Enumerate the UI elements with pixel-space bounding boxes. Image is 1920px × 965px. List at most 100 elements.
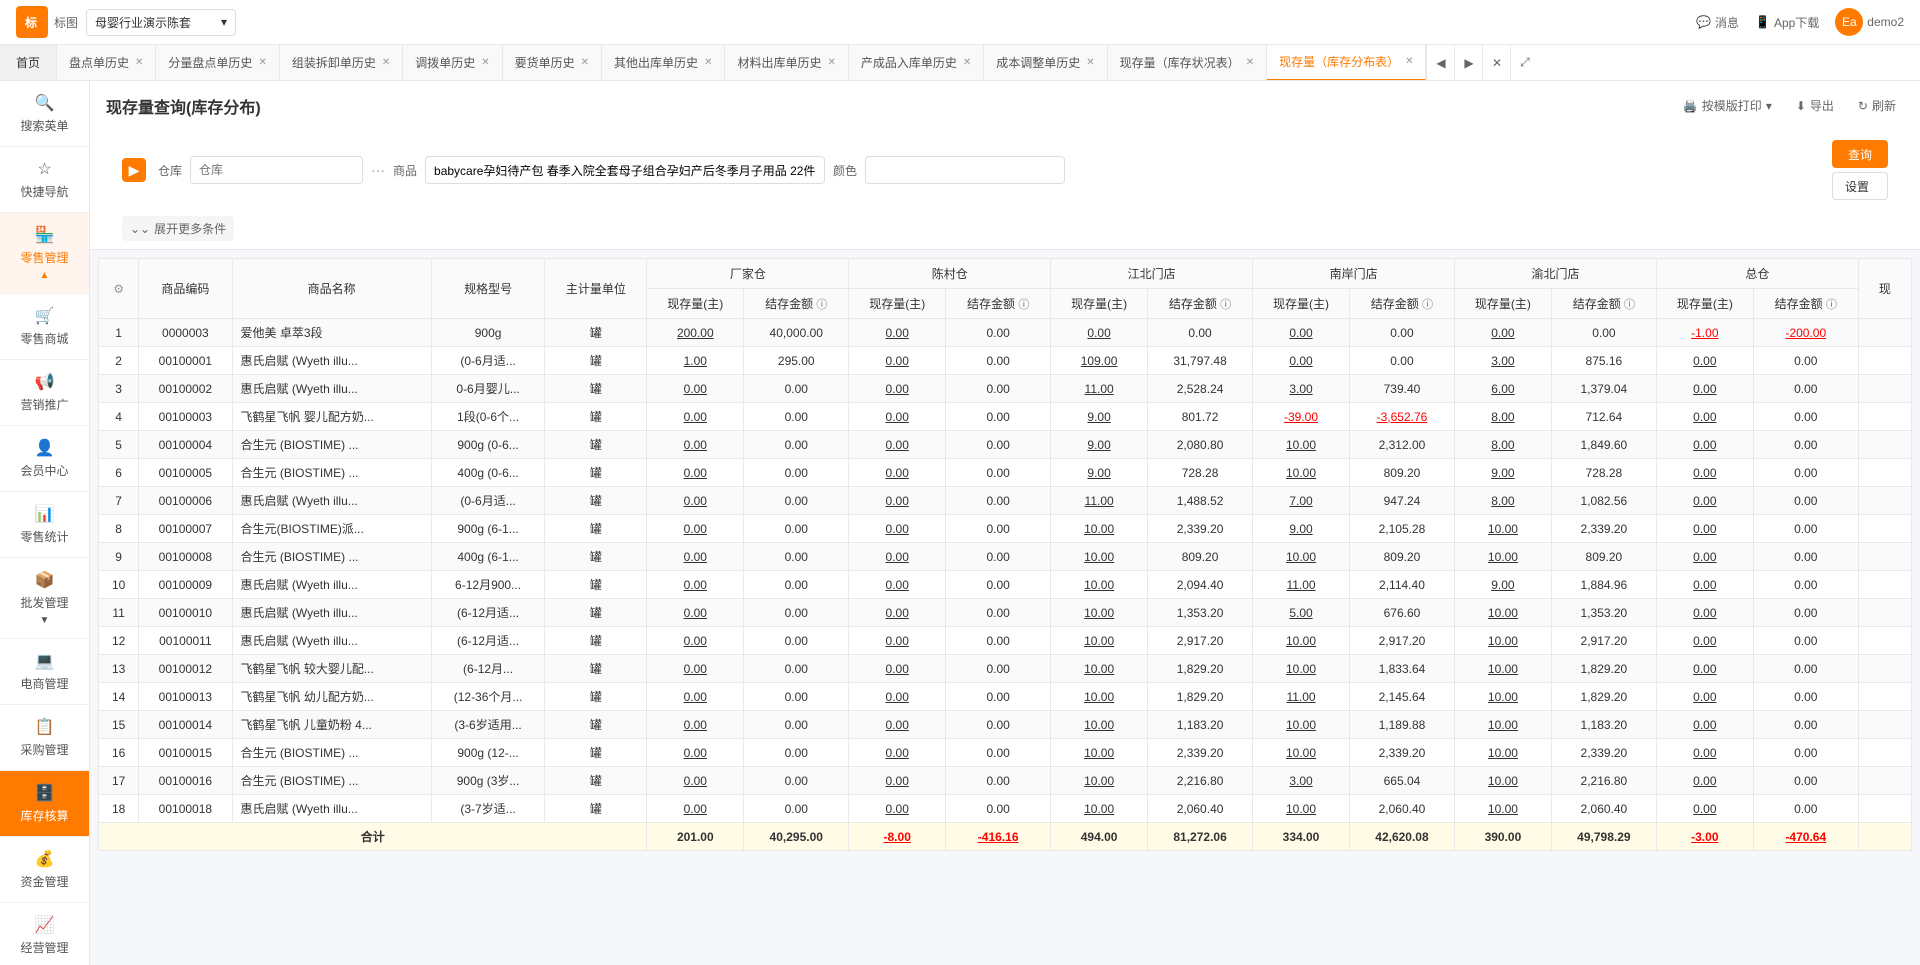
- close-icon[interactable]: ✕: [382, 57, 390, 68]
- row-chen-qty[interactable]: 0.00: [849, 487, 946, 515]
- row-chen-qty[interactable]: 0.00: [849, 571, 946, 599]
- tab-transfer[interactable]: 调拨单历史 ✕: [403, 45, 502, 81]
- tab-assembly[interactable]: 组装拆卸单历史 ✕: [280, 45, 403, 81]
- row-jiangbei-qty[interactable]: 10.00: [1051, 543, 1148, 571]
- sidebar-item-retail-shop[interactable]: 🛒 零售商城: [0, 294, 89, 360]
- row-jiangbei-qty[interactable]: 11.00: [1051, 375, 1148, 403]
- row-total-qty[interactable]: 0.00: [1656, 487, 1753, 515]
- row-yubei-qty[interactable]: 10.00: [1455, 655, 1552, 683]
- row-total-qty[interactable]: 0.00: [1656, 459, 1753, 487]
- row-chen-qty[interactable]: 0.00: [849, 627, 946, 655]
- row-jiangbei-qty[interactable]: 10.00: [1051, 795, 1148, 823]
- row-nanbin-qty[interactable]: -39.00: [1253, 403, 1350, 431]
- row-nanbin-qty[interactable]: 7.00: [1253, 487, 1350, 515]
- row-total-qty[interactable]: 0.00: [1656, 739, 1753, 767]
- row-yubei-qty[interactable]: 9.00: [1455, 459, 1552, 487]
- tab-stock-status[interactable]: 现存量（库存状况表） ✕: [1108, 45, 1267, 81]
- row-yubei-qty[interactable]: 10.00: [1455, 515, 1552, 543]
- row-jiangbei-qty[interactable]: 10.00: [1051, 711, 1148, 739]
- row-nanbin-qty[interactable]: 10.00: [1253, 543, 1350, 571]
- close-icon[interactable]: ✕: [704, 57, 712, 68]
- row-jiangbei-qty[interactable]: 11.00: [1051, 487, 1148, 515]
- row-yubei-qty[interactable]: 8.00: [1455, 403, 1552, 431]
- row-factory-qty[interactable]: 0.00: [647, 795, 744, 823]
- row-total-qty[interactable]: 0.00: [1656, 347, 1753, 375]
- tabs-prev-btn[interactable]: ◀: [1426, 45, 1454, 81]
- sidebar-item-marketing[interactable]: 📢 营销推广: [0, 360, 89, 426]
- close-icon[interactable]: ✕: [1405, 56, 1413, 67]
- row-nanbin-qty[interactable]: 3.00: [1253, 767, 1350, 795]
- row-chen-qty[interactable]: 0.00: [849, 515, 946, 543]
- row-nanbin-qty[interactable]: 11.00: [1253, 683, 1350, 711]
- row-total-qty[interactable]: 0.00: [1656, 515, 1753, 543]
- close-icon[interactable]: ✕: [1086, 57, 1094, 68]
- row-chen-qty[interactable]: 0.00: [849, 739, 946, 767]
- row-nanbin-qty[interactable]: 0.00: [1253, 347, 1350, 375]
- row-jiangbei-qty[interactable]: 10.00: [1051, 515, 1148, 543]
- close-icon[interactable]: ✕: [258, 57, 266, 68]
- row-chen-qty[interactable]: 0.00: [849, 375, 946, 403]
- table-container[interactable]: ⚙ 商品编码 商品名称 规格型号 主计量单位 厂家仓 陈村仓 江北门店 南岸门店…: [90, 250, 1920, 965]
- color-input[interactable]: [865, 156, 1065, 184]
- tab-home[interactable]: 首页: [0, 45, 57, 81]
- tab-inventory-list[interactable]: 盘点单历史 ✕: [57, 45, 156, 81]
- message-button[interactable]: 💬 消息: [1696, 14, 1739, 31]
- sidebar-item-retail-stats[interactable]: 📊 零售统计: [0, 492, 89, 558]
- row-yubei-qty[interactable]: 10.00: [1455, 767, 1552, 795]
- settings-button[interactable]: 设置: [1832, 172, 1888, 200]
- close-icon[interactable]: ✕: [827, 57, 835, 68]
- expand-conditions-btn[interactable]: ⌄⌄ 展开更多条件: [122, 216, 234, 241]
- row-jiangbei-qty[interactable]: 9.00: [1051, 459, 1148, 487]
- row-nanbin-qty[interactable]: 3.00: [1253, 375, 1350, 403]
- row-yubei-qty[interactable]: 8.00: [1455, 431, 1552, 459]
- row-factory-qty[interactable]: 0.00: [647, 403, 744, 431]
- row-yubei-qty[interactable]: 6.00: [1455, 375, 1552, 403]
- row-chen-qty[interactable]: 0.00: [849, 543, 946, 571]
- row-total-qty[interactable]: 0.00: [1656, 599, 1753, 627]
- sidebar-item-finance[interactable]: 💰 资金管理: [0, 837, 89, 903]
- sidebar-item-operation[interactable]: 📈 经营管理: [0, 903, 89, 965]
- tab-other-out[interactable]: 其他出库单历史 ✕: [602, 45, 725, 81]
- row-factory-qty[interactable]: 0.00: [647, 459, 744, 487]
- row-factory-qty[interactable]: 0.00: [647, 683, 744, 711]
- row-chen-qty[interactable]: 0.00: [849, 683, 946, 711]
- sidebar-item-quick-nav[interactable]: ☆ 快捷导航: [0, 147, 89, 213]
- row-total-qty[interactable]: 0.00: [1656, 543, 1753, 571]
- row-nanbin-qty[interactable]: 9.00: [1253, 515, 1350, 543]
- row-nanbin-qty[interactable]: 10.00: [1253, 739, 1350, 767]
- row-total-qty[interactable]: 0.00: [1656, 571, 1753, 599]
- row-jiangbei-qty[interactable]: 10.00: [1051, 655, 1148, 683]
- row-total-qty[interactable]: 0.00: [1656, 655, 1753, 683]
- row-factory-qty[interactable]: 0.00: [647, 739, 744, 767]
- close-icon[interactable]: ✕: [963, 57, 971, 68]
- row-jiangbei-qty[interactable]: 0.00: [1051, 319, 1148, 347]
- row-chen-qty[interactable]: 0.00: [849, 459, 946, 487]
- row-chen-qty[interactable]: 0.00: [849, 767, 946, 795]
- sidebar-item-ecommerce[interactable]: 💻 电商管理: [0, 639, 89, 705]
- row-total-qty[interactable]: 0.00: [1656, 627, 1753, 655]
- row-jiangbei-qty[interactable]: 10.00: [1051, 571, 1148, 599]
- row-yubei-qty[interactable]: 10.00: [1455, 711, 1552, 739]
- row-chen-qty[interactable]: 0.00: [849, 319, 946, 347]
- row-factory-qty[interactable]: 0.00: [647, 543, 744, 571]
- row-factory-qty[interactable]: 0.00: [647, 655, 744, 683]
- row-yubei-qty[interactable]: 10.00: [1455, 739, 1552, 767]
- close-icon[interactable]: ✕: [581, 57, 589, 68]
- row-jiangbei-qty[interactable]: 9.00: [1051, 403, 1148, 431]
- tabs-expand-btn[interactable]: ⤢: [1510, 45, 1538, 81]
- row-nanbin-qty[interactable]: 10.00: [1253, 795, 1350, 823]
- row-factory-qty[interactable]: 200.00: [647, 319, 744, 347]
- row-chen-qty[interactable]: 0.00: [849, 655, 946, 683]
- row-factory-qty[interactable]: 0.00: [647, 711, 744, 739]
- sidebar-item-purchase[interactable]: 📋 采购管理: [0, 705, 89, 771]
- row-factory-qty[interactable]: 0.00: [647, 487, 744, 515]
- row-nanbin-qty[interactable]: 10.00: [1253, 711, 1350, 739]
- tab-split-inventory[interactable]: 分量盘点单历史 ✕: [156, 45, 279, 81]
- row-jiangbei-qty[interactable]: 9.00: [1051, 431, 1148, 459]
- row-factory-qty[interactable]: 1.00: [647, 347, 744, 375]
- row-nanbin-qty[interactable]: 10.00: [1253, 459, 1350, 487]
- warehouse-dots-btn[interactable]: ···: [371, 162, 385, 178]
- tab-production-in[interactable]: 产成品入库单历史 ✕: [849, 45, 984, 81]
- row-nanbin-qty[interactable]: 5.00: [1253, 599, 1350, 627]
- row-yubei-qty[interactable]: 8.00: [1455, 487, 1552, 515]
